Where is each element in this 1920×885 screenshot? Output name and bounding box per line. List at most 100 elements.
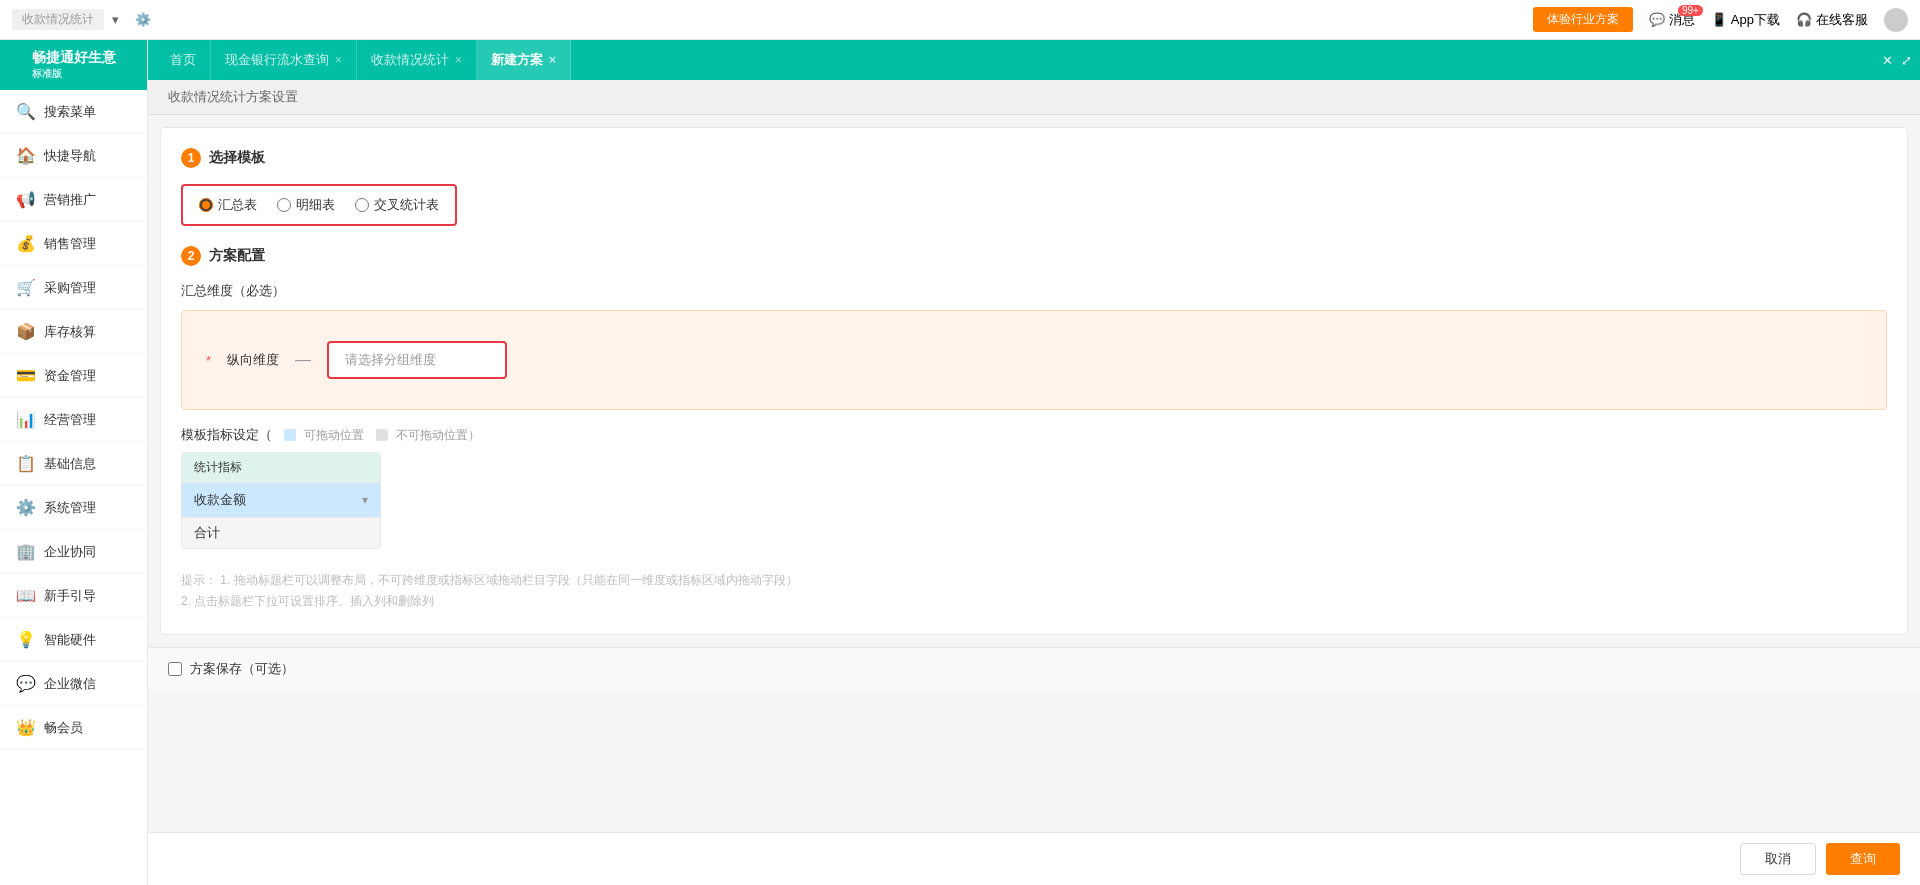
sidebar-label-wechat-work: 企业微信	[44, 675, 96, 693]
notifications-badge: 99+	[1678, 5, 1703, 16]
sidebar-label-enterprise: 企业协同	[44, 543, 96, 561]
nondraggable-label: 不可拖动位置）	[396, 427, 480, 444]
avatar[interactable]	[1884, 8, 1908, 32]
sidebar-label-marketing: 营销推广	[44, 191, 96, 209]
nav-tab-close-2[interactable]: ×	[455, 53, 462, 67]
sidebar-item-finance[interactable]: 💳 资金管理	[0, 354, 147, 398]
nav-tab-2[interactable]: 收款情况统计 ×	[357, 40, 477, 80]
main-area: 首页现金银行流水查询 ×收款情况统计 ×新建方案 × ✕ ⤢ 收款情况统计方案设…	[148, 40, 1920, 885]
radio-cross-label: 交叉统计表	[374, 196, 439, 214]
sales-icon: 💰	[16, 234, 36, 253]
section1-num: 1	[181, 148, 201, 168]
tips-label: 提示：	[181, 573, 217, 587]
sidebar-label-basic-info: 基础信息	[44, 455, 96, 473]
section1-header: 1 选择模板	[181, 148, 1887, 168]
sidebar-item-marketing[interactable]: 📢 营销推广	[0, 178, 147, 222]
online-service-btn[interactable]: 🎧 在线客服	[1796, 11, 1868, 29]
radio-detail-input[interactable]	[277, 198, 291, 212]
sidebar-label-finance: 资金管理	[44, 367, 96, 385]
nav-tab-close-1[interactable]: ×	[335, 53, 342, 67]
sidebar-label-membership: 畅会员	[44, 719, 83, 737]
sidebar-item-membership[interactable]: 👑畅会员	[0, 706, 147, 750]
radio-detail[interactable]: 明细表	[277, 196, 335, 214]
sidebar-label-purchase: 采购管理	[44, 279, 96, 297]
close-window-icon[interactable]: ✕	[1882, 53, 1893, 68]
main-card: 1 选择模板 汇总表 明细表	[160, 127, 1908, 635]
tips-text2: 2. 点击标题栏下拉可设置排序、插入列和删除列	[181, 594, 434, 608]
nav-tab-0[interactable]: 首页	[156, 40, 211, 80]
nav-tab-label-2: 收款情况统计	[371, 51, 449, 69]
nav-tabs: 首页现金银行流水查询 ×收款情况统计 ×新建方案 × ✕ ⤢	[148, 40, 1920, 80]
indicator-cell-amount[interactable]: 收款金额 ▾	[182, 482, 380, 517]
page-title: 收款情况统计方案设置	[168, 89, 298, 104]
tips-line1: 提示： 1. 拖动标题栏可以调整布局，不可跨维度或指标区域拖动栏目字段（只能在同…	[181, 572, 1887, 589]
sidebar-label-system: 系统管理	[44, 499, 96, 517]
finance-icon: 💳	[16, 366, 36, 385]
sidebar-item-purchase[interactable]: 🛒采购管理	[0, 266, 147, 310]
dimension-area: * 纵向维度 — 请选择分组维度	[181, 310, 1887, 410]
sidebar-label-operations: 经营管理	[44, 411, 96, 429]
system-icon: ⚙️	[16, 498, 36, 517]
breadcrumb-dropdown[interactable]: ▾	[112, 12, 119, 27]
sidebar-item-system[interactable]: ⚙️ 系统管理	[0, 486, 147, 530]
page-title-bar: 收款情况统计方案设置	[148, 80, 1920, 115]
wechat-work-icon: 💬	[16, 674, 36, 693]
vertical-dimension-label: 纵向维度	[227, 351, 279, 369]
query-button[interactable]: 查询	[1826, 843, 1900, 875]
indicator-total: 合计	[182, 517, 380, 548]
radio-cross[interactable]: 交叉统计表	[355, 196, 439, 214]
cancel-button[interactable]: 取消	[1740, 843, 1816, 875]
search-menu-icon: 🔍	[16, 102, 36, 121]
section2-num: 2	[181, 246, 201, 266]
tips-line2: 2. 点击标题栏下拉可设置排序、插入列和删除列	[181, 593, 1887, 610]
sidebar-item-operations[interactable]: 📊经营管理	[0, 398, 147, 442]
save-section: 方案保存（可选）	[148, 647, 1920, 690]
dimension-selector[interactable]: 请选择分组维度	[327, 341, 507, 379]
sidebar-item-inventory[interactable]: 📦库存核算	[0, 310, 147, 354]
radio-summary-input[interactable]	[199, 198, 213, 212]
sidebar-item-wechat-work[interactable]: 💬 企业微信	[0, 662, 147, 706]
sidebar-item-enterprise[interactable]: 🏢 企业协同	[0, 530, 147, 574]
marketing-icon: 📢	[16, 190, 36, 209]
nav-tab-1[interactable]: 现金银行流水查询 ×	[211, 40, 357, 80]
top-bar-right: 体验行业方案 💬 消息 99+ 📱 App下载 🎧 在线客服	[1533, 7, 1908, 32]
sidebar-item-beginner[interactable]: 📖新手引导	[0, 574, 147, 618]
sidebar-item-quick-nav[interactable]: 🏠快捷导航	[0, 134, 147, 178]
beginner-icon: 📖	[16, 586, 36, 605]
tips-section: 提示： 1. 拖动标题栏可以调整布局，不可跨维度或指标区域拖动栏目字段（只能在同…	[181, 572, 1887, 610]
nav-tab-close-3[interactable]: ×	[549, 53, 556, 67]
trial-button[interactable]: 体验行业方案	[1533, 7, 1633, 32]
sidebar-item-smart-hardware[interactable]: 💡智能硬件	[0, 618, 147, 662]
enterprise-icon: 🏢	[16, 542, 36, 561]
indicator-amount-name: 收款金额	[194, 491, 246, 509]
nav-tab-label-3: 新建方案	[491, 51, 543, 69]
indicator-header: 统计指标	[182, 453, 380, 482]
radio-group-template: 汇总表 明细表 交叉统计表	[199, 196, 439, 214]
content-area: 收款情况统计方案设置 1 选择模板 汇总表	[148, 80, 1920, 832]
app-download-btn[interactable]: 📱 App下载	[1711, 11, 1780, 29]
tips-text1: 1. 拖动标题栏可以调整布局，不可跨维度或指标区域拖动栏目字段（只能在同一维度或…	[220, 573, 797, 587]
sidebar-label-smart-hardware: 智能硬件	[44, 631, 96, 649]
radio-cross-input[interactable]	[355, 198, 369, 212]
indicators-section: 模板指标设定（ 可拖动位置 不可拖动位置） 统计指标	[181, 426, 1887, 552]
radio-summary[interactable]: 汇总表	[199, 196, 257, 214]
indicator-chevron-icon[interactable]: ▾	[362, 493, 368, 507]
sidebar-item-basic-info[interactable]: 📋基础信息	[0, 442, 147, 486]
nav-tab-3[interactable]: 新建方案 ×	[477, 40, 571, 80]
indicators-label: 模板指标设定（ 可拖动位置 不可拖动位置）	[181, 426, 1887, 444]
sidebar-item-search-menu[interactable]: 🔍搜索菜单	[0, 90, 147, 134]
save-checkbox[interactable]	[168, 662, 182, 676]
radio-summary-label: 汇总表	[218, 196, 257, 214]
config-section: 汇总维度（必选） * 纵向维度 — 请选择分组维度	[181, 282, 1887, 610]
notifications-btn[interactable]: 💬 消息 99+	[1649, 11, 1695, 29]
indicator-table: 统计指标 收款金额 ▾ 合计	[181, 452, 381, 549]
sidebar-item-sales[interactable]: 💰销售管理	[0, 222, 147, 266]
settings-icon[interactable]: ⚙️	[135, 12, 151, 27]
top-bar-left: 收款情况统计 ▾ ⚙️	[12, 9, 151, 30]
footer-bar: 取消 查询	[148, 832, 1920, 885]
sidebar-label-quick-nav: 快捷导航	[44, 147, 96, 165]
indicators-title: 模板指标设定（	[181, 426, 272, 444]
legend-nondraggable: 不可拖动位置）	[376, 427, 480, 444]
nondraggable-dot	[376, 429, 388, 441]
maximize-icon[interactable]: ⤢	[1901, 53, 1912, 68]
